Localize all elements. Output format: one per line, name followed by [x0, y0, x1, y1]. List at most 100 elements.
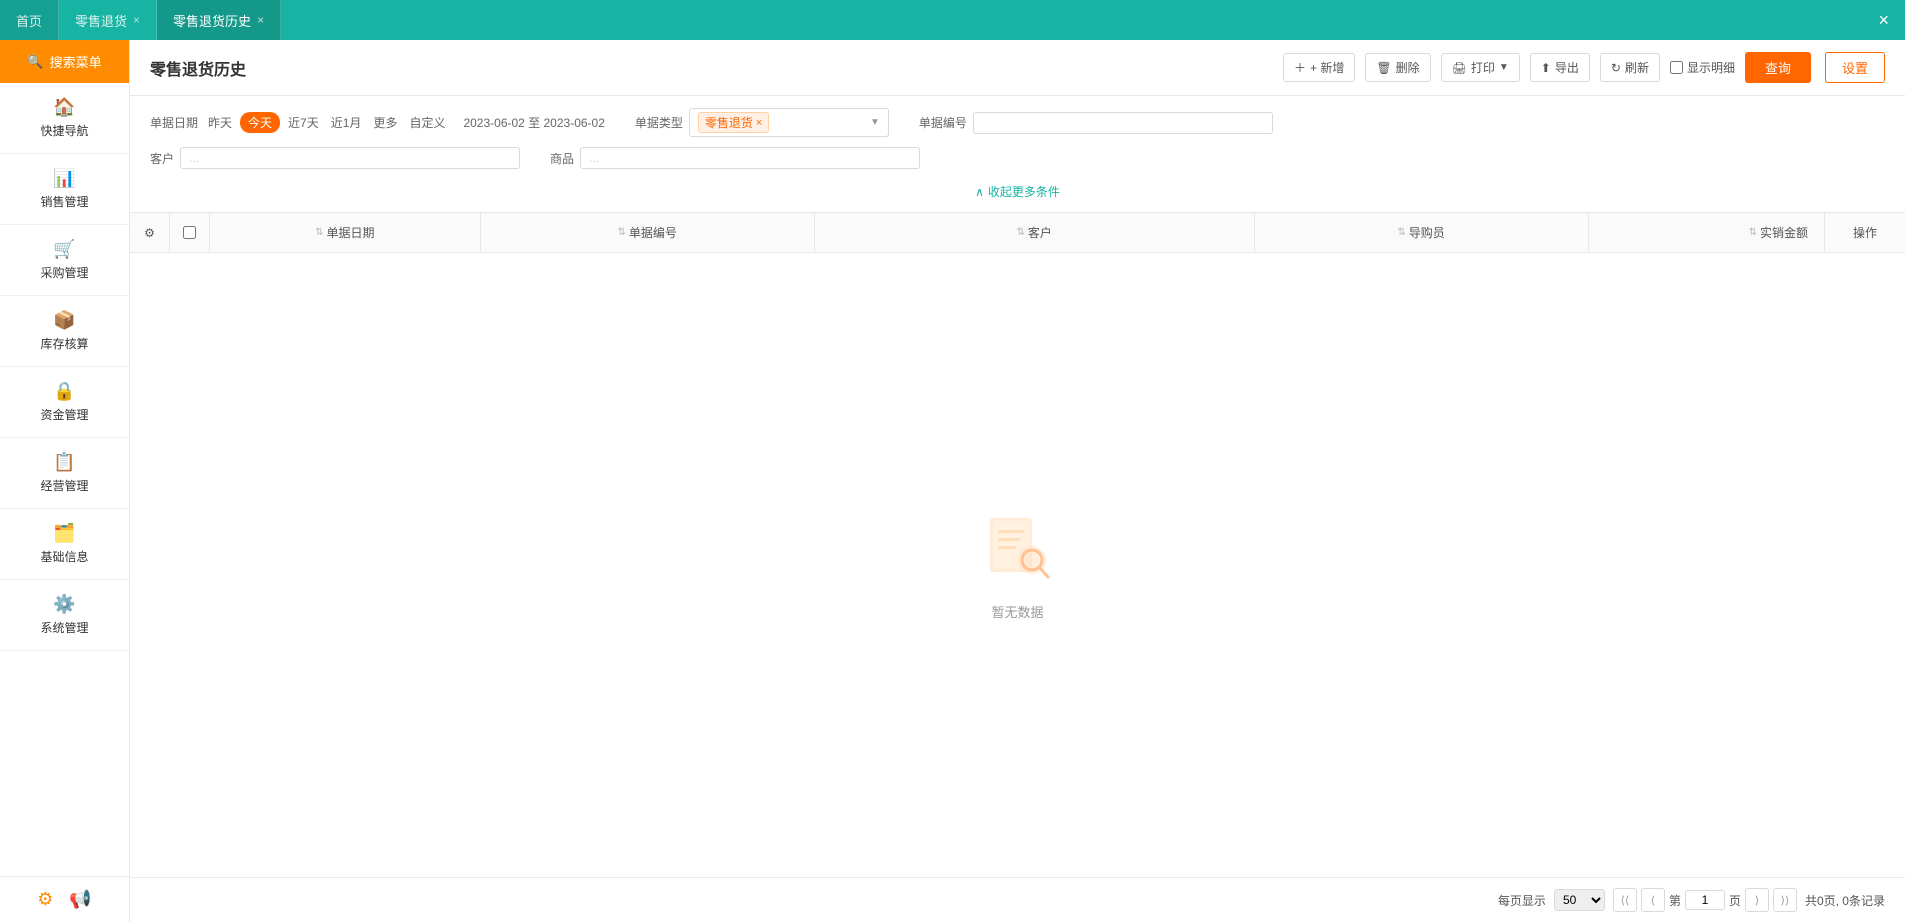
- delete-button-label: 删除: [1396, 59, 1420, 76]
- goods-input[interactable]: ...: [580, 147, 920, 169]
- tab-retail-return-close[interactable]: ×: [133, 13, 140, 27]
- customer-input[interactable]: ...: [180, 147, 520, 169]
- refresh-button-label: 刷新: [1625, 59, 1649, 76]
- sidebar-item-purchase-mgmt[interactable]: 🛒 采购管理: [0, 225, 129, 296]
- col-customer[interactable]: ⇅ 客户: [815, 213, 1255, 252]
- col-amount[interactable]: ⇅ 实销金额: [1589, 213, 1825, 252]
- goods-placeholder: ...: [589, 151, 599, 165]
- print-dropdown-icon: ▼: [1499, 62, 1509, 73]
- settings-bottom-icon[interactable]: ⚙: [37, 889, 53, 910]
- date-range-display: 2023-06-02 至 2023-06-02: [463, 114, 604, 131]
- sidebar-item-finance-label: 资金管理: [40, 406, 88, 423]
- print-button[interactable]: 🖨 打印 ▼: [1441, 53, 1520, 82]
- sidebar-item-inventory-label: 库存核算: [40, 335, 88, 352]
- more-shortcut[interactable]: 更多: [369, 112, 401, 133]
- col-amount-label: 实销金额: [1760, 224, 1808, 241]
- delete-icon: 🗑: [1376, 61, 1391, 75]
- system-icon: ⚙️: [53, 594, 75, 615]
- window-close-button[interactable]: ×: [1862, 10, 1905, 31]
- sidebar-search-label: 搜索菜单: [50, 52, 102, 71]
- page-label: 第: [1669, 892, 1681, 909]
- select-all-checkbox[interactable]: [183, 226, 196, 239]
- customer-placeholder: ...: [189, 151, 199, 165]
- page-size-select[interactable]: 50 20 100: [1554, 889, 1605, 911]
- last-page-button[interactable]: ⟩⟩: [1773, 888, 1797, 912]
- filter-row-2: 客户 ... 商品 ...: [150, 147, 1885, 169]
- sort-num-icon: ⇅: [618, 227, 626, 238]
- sidebar-item-system[interactable]: ⚙️ 系统管理: [0, 580, 129, 651]
- print-button-label: 打印: [1471, 59, 1495, 76]
- 7days-shortcut[interactable]: 近7天: [284, 112, 323, 133]
- print-icon: 🖨: [1452, 61, 1467, 75]
- refresh-icon: ↻: [1611, 61, 1621, 75]
- prev-page-button[interactable]: ⟨: [1641, 888, 1665, 912]
- custom-shortcut[interactable]: 自定义: [405, 112, 449, 133]
- doc-type-dropdown-arrow: ▼: [870, 117, 880, 128]
- col-num-label: 单据编号: [629, 224, 677, 241]
- doc-type-filter: 单据类型 零售退货 × ▼: [635, 108, 889, 137]
- col-date[interactable]: ⇅ 单据日期: [210, 213, 481, 252]
- collapse-label: 收起更多条件: [988, 183, 1060, 200]
- sidebar-item-purchase-mgmt-label: 采购管理: [40, 264, 88, 281]
- sidebar-item-sales-mgmt[interactable]: 📊 销售管理: [0, 154, 129, 225]
- col-num[interactable]: ⇅ 单据编号: [481, 213, 815, 252]
- sort-date-icon: ⇅: [315, 227, 323, 238]
- sort-guide-icon: ⇅: [1397, 227, 1405, 238]
- speaker-icon[interactable]: 📢: [69, 889, 91, 910]
- col-guide[interactable]: ⇅ 导购员: [1255, 213, 1589, 252]
- content-area: 零售退货历史 ＋ + 新增 🗑 删除 🖨 打印 ▼ ⬆ 导出: [130, 40, 1905, 922]
- sidebar-item-inventory[interactable]: 📦 库存核算: [0, 296, 129, 367]
- tab-retail-return-history-close[interactable]: ×: [257, 13, 264, 27]
- col-guide-label: 导购员: [1409, 224, 1445, 241]
- yesterday-shortcut[interactable]: 昨天: [204, 112, 236, 133]
- export-button[interactable]: ⬆ 导出: [1530, 53, 1590, 82]
- 1month-shortcut[interactable]: 近1月: [327, 112, 366, 133]
- basic-info-icon: 🗂️: [53, 523, 75, 544]
- sidebar-item-operations[interactable]: 📋 经营管理: [0, 438, 129, 509]
- show-detail-checkbox[interactable]: [1670, 61, 1683, 74]
- set-button[interactable]: 设置: [1825, 52, 1885, 83]
- doc-num-input[interactable]: [973, 112, 1273, 134]
- current-page-input[interactable]: [1685, 890, 1725, 910]
- sidebar-bottom: ⚙ 📢: [0, 876, 129, 922]
- next-page-button[interactable]: ⟩: [1745, 888, 1769, 912]
- col-op-label: 操作: [1853, 224, 1877, 241]
- doc-type-input[interactable]: 零售退货 × ▼: [689, 108, 889, 137]
- page-suffix: 页: [1729, 892, 1741, 909]
- export-button-label: 导出: [1555, 59, 1579, 76]
- search-icon: 🔍: [27, 54, 43, 70]
- sidebar-search[interactable]: 🔍 搜索菜单: [0, 40, 129, 83]
- header-actions: ＋ + 新增 🗑 删除 🖨 打印 ▼ ⬆ 导出 ↻: [1283, 52, 1885, 83]
- doc-type-tag-text: 零售退货: [705, 114, 753, 131]
- empty-document-svg: [978, 510, 1058, 590]
- tab-retail-return-history[interactable]: 零售退货历史 ×: [157, 0, 281, 40]
- col-settings[interactable]: ⚙: [130, 213, 170, 252]
- doc-type-tag-remove[interactable]: ×: [756, 117, 762, 129]
- table-header: ⚙ ⇅ 单据日期 ⇅ 单据编号 ⇅ 客户 ⇅ 导购员: [130, 213, 1905, 253]
- purchase-mgmt-icon: 🛒: [53, 239, 75, 260]
- tab-home[interactable]: 首页: [0, 0, 59, 40]
- goods-label: 商品: [550, 150, 574, 167]
- today-shortcut[interactable]: 今天: [240, 112, 280, 133]
- page-header: 零售退货历史 ＋ + 新增 🗑 删除 🖨 打印 ▼ ⬆ 导出: [130, 40, 1905, 96]
- filter-area: 单据日期 昨天 今天 近7天 近1月 更多 自定义 2023-06-02 至 2…: [130, 96, 1905, 213]
- delete-button[interactable]: 🗑 删除: [1365, 53, 1430, 82]
- sidebar-item-quick-nav[interactable]: 🏠 快捷导航: [0, 83, 129, 154]
- tab-retail-return-history-label: 零售退货历史: [173, 11, 251, 30]
- plus-icon: ＋: [1294, 59, 1306, 76]
- customer-filter: 客户 ...: [150, 147, 520, 169]
- tab-retail-return[interactable]: 零售退货 ×: [59, 0, 157, 40]
- sidebar-item-basic-info[interactable]: 🗂️ 基础信息: [0, 509, 129, 580]
- collapse-button[interactable]: ∧ 收起更多条件: [975, 183, 1060, 200]
- first-page-button[interactable]: ⟨⟨: [1613, 888, 1637, 912]
- col-checkbox[interactable]: [170, 213, 210, 252]
- total-info: 共0页, 0条记录: [1805, 892, 1885, 909]
- sidebar-item-finance[interactable]: 🔒 资金管理: [0, 367, 129, 438]
- query-button[interactable]: 查询: [1745, 52, 1811, 83]
- refresh-button[interactable]: ↻ 刷新: [1600, 53, 1660, 82]
- finance-icon: 🔒: [53, 381, 75, 402]
- new-button[interactable]: ＋ + 新增: [1283, 53, 1355, 82]
- collapse-up-icon: ∧: [975, 185, 984, 199]
- empty-state: 暂无数据: [130, 253, 1905, 877]
- show-detail-checkbox-label[interactable]: 显示明细: [1670, 59, 1735, 76]
